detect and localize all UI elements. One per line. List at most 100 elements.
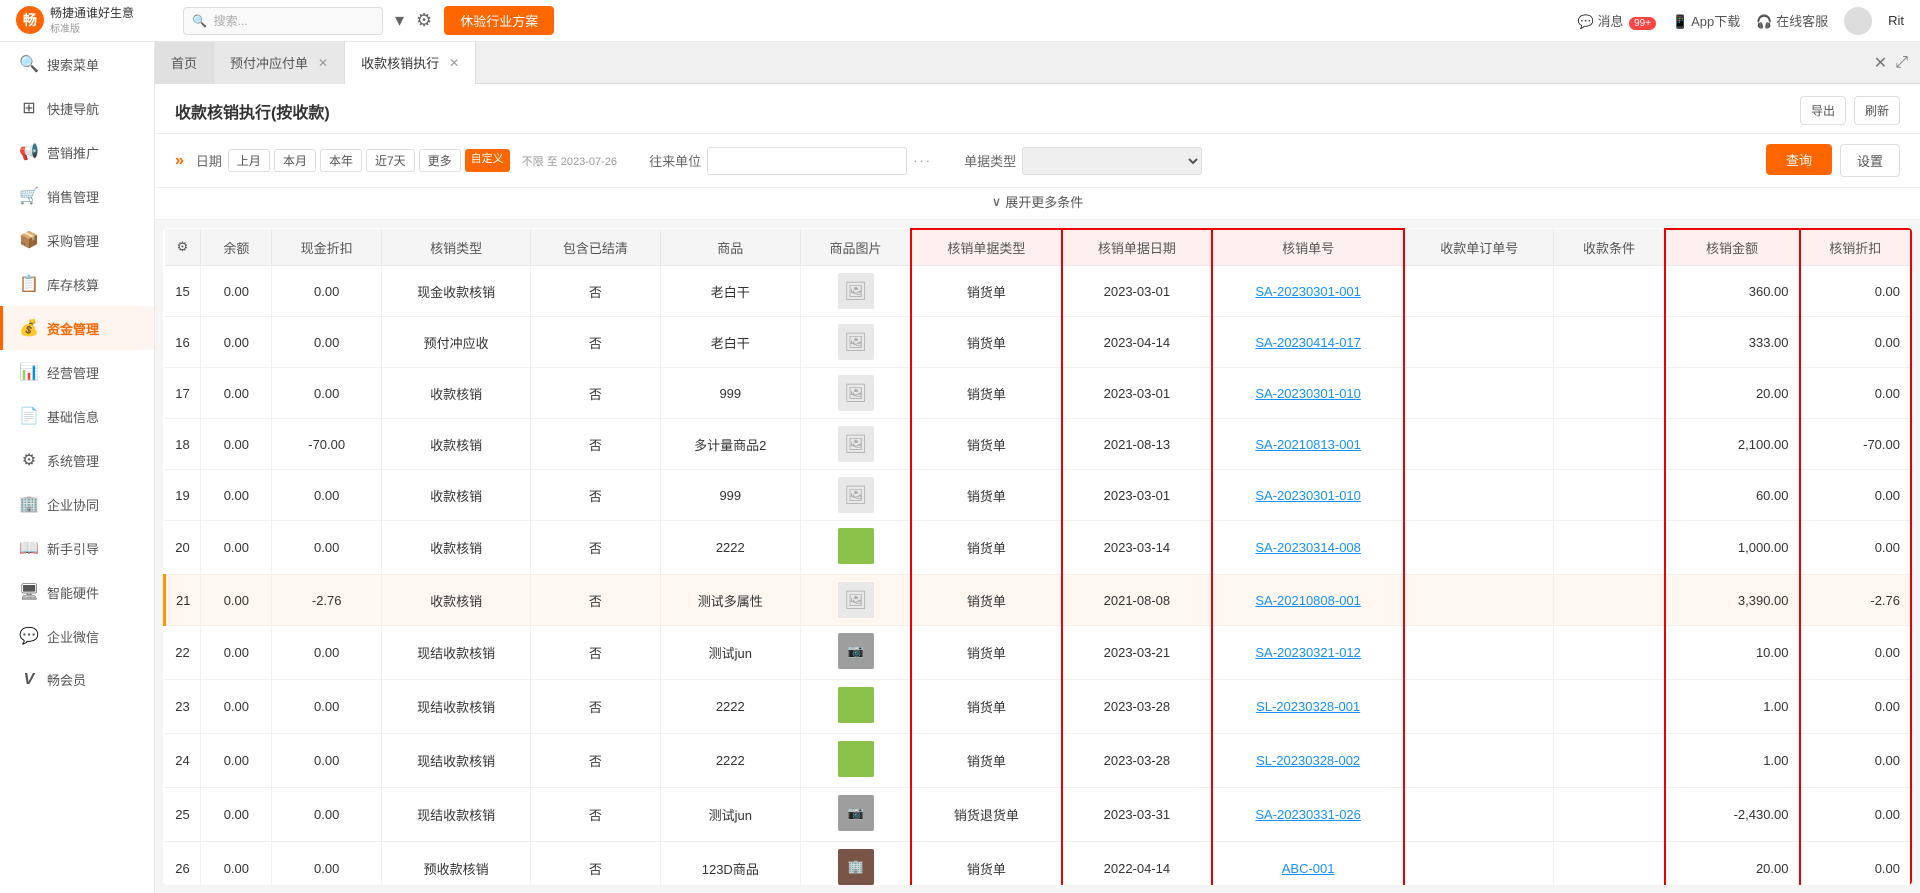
td-product-img: 📷 (800, 626, 911, 680)
tab-receipt-cancel-close[interactable]: ✕ (449, 56, 459, 70)
td-cancel-bill-type: 销货单 (911, 368, 1062, 419)
from-unit-label: 往来单位 (649, 151, 701, 170)
td-cancel-bill-no[interactable]: SA-20210813-001 (1212, 419, 1404, 470)
td-cancel-bill-no[interactable]: SA-20230301-010 (1212, 470, 1404, 521)
custom-date-tag[interactable]: 自定义 (465, 149, 510, 172)
td-product-img: 🖼 (800, 317, 911, 368)
tab-home[interactable]: 首页 (155, 42, 214, 84)
marketing-icon: 📢 (19, 142, 39, 162)
td-product: 2222 (660, 680, 800, 734)
avatar[interactable] (1844, 7, 1872, 35)
td-cancel-bill-no[interactable]: ABC-001 (1212, 842, 1404, 886)
app-download-btn[interactable]: 📱 App下载 (1672, 11, 1740, 30)
date-btn-more[interactable]: 更多 (419, 149, 461, 172)
close-window-icon[interactable]: ✕ (1874, 53, 1887, 73)
sidebar-item-inventory[interactable]: 📋 库存核算 (0, 262, 154, 306)
table-row: 240.000.00现结收款核销否2222销货单2023-03-28SL-202… (165, 734, 1912, 788)
cancel-bill-no-link[interactable]: SA-20230321-012 (1255, 645, 1361, 660)
filter-settings-btn[interactable]: 设置 (1840, 144, 1900, 177)
td-balance: 0.00 (201, 734, 272, 788)
messages-btn[interactable]: 💬 消息 99+ (1578, 11, 1656, 30)
td-cancel-bill-no[interactable]: SA-20230414-017 (1212, 317, 1404, 368)
refresh-btn[interactable]: 刷新 (1854, 96, 1900, 125)
cancel-bill-no-link[interactable]: SA-20210813-001 (1255, 437, 1361, 452)
tab-prepay-close[interactable]: ✕ (318, 56, 328, 70)
sidebar-item-enterprise[interactable]: 🏢 企业协同 (0, 482, 154, 526)
td-cancel-bill-no[interactable]: SA-20230301-010 (1212, 368, 1404, 419)
td-no: 25 (165, 788, 201, 842)
td-cancel-amount: 10.00 (1665, 626, 1800, 680)
td-receipt-order-no (1404, 419, 1554, 470)
expand-more-btn[interactable]: ∨ 展开更多条件 (992, 192, 1084, 211)
td-cancel-bill-no[interactable]: SL-20230328-001 (1212, 680, 1404, 734)
cancel-bill-no-link[interactable]: SL-20230328-001 (1256, 699, 1360, 714)
sidebar-item-purchase[interactable]: 📦 采购管理 (0, 218, 154, 262)
tab-prepay[interactable]: 预付冲应付单 ✕ (214, 42, 345, 84)
td-cancel-amount: -2,430.00 (1665, 788, 1800, 842)
sidebar-item-guide[interactable]: 📖 新手引导 (0, 526, 154, 570)
receipt-type-select[interactable] (1022, 147, 1202, 175)
product-img-green (838, 528, 874, 564)
export-btn[interactable]: 导出 (1800, 96, 1846, 125)
cancel-bill-no-link[interactable]: SA-20230414-017 (1255, 335, 1361, 350)
td-receipt-condition (1554, 734, 1665, 788)
date-btn-this-year[interactable]: 本年 (320, 149, 362, 172)
cancel-bill-no-link[interactable]: SA-20230301-010 (1255, 386, 1361, 401)
td-product-img: 🖼 (800, 368, 911, 419)
td-cancel-bill-no[interactable]: SA-20210808-001 (1212, 575, 1404, 626)
th-settings[interactable]: ⚙ (165, 229, 201, 266)
td-include-settled: 否 (531, 734, 660, 788)
td-cancel-bill-no[interactable]: SA-20230301-001 (1212, 266, 1404, 317)
maximize-icon[interactable]: ⤢ (1895, 54, 1908, 72)
cancel-bill-no-link[interactable]: SA-20230331-026 (1255, 807, 1361, 822)
date-btn-this-month[interactable]: 本月 (274, 149, 316, 172)
td-cancel-amount: 2,100.00 (1665, 419, 1800, 470)
cancel-bill-no-link[interactable]: SA-20210808-001 (1255, 593, 1361, 608)
expand-toggle-icon[interactable]: » (175, 152, 184, 170)
td-cancel-bill-date: 2023-03-28 (1062, 680, 1213, 734)
online-service-btn[interactable]: 🎧 在线客服 (1756, 11, 1828, 30)
inventory-icon: 📋 (19, 274, 39, 294)
product-img-placeholder: 🖼 (838, 375, 874, 411)
sidebar-item-operations[interactable]: 📊 经营管理 (0, 350, 154, 394)
cancel-bill-no-link[interactable]: SL-20230328-002 (1256, 753, 1360, 768)
date-btn-last-month[interactable]: 上月 (228, 149, 270, 172)
td-cancel-bill-no[interactable]: SA-20230331-026 (1212, 788, 1404, 842)
td-cancel-bill-no[interactable]: SL-20230328-002 (1212, 734, 1404, 788)
sidebar-item-hardware[interactable]: 🖥 智能硬件 (0, 570, 154, 614)
table-wrapper[interactable]: ⚙ 余额 现金折扣 核销类型 包含已结清 商品 商品图片 核销单据类型 核销单据… (163, 228, 1912, 885)
from-unit-more-icon[interactable]: ··· (913, 153, 932, 168)
sidebar-item-search[interactable]: 🔍 搜索菜单 (0, 42, 154, 86)
operations-icon: 📊 (19, 362, 39, 382)
date-label: 日期 (196, 151, 222, 170)
cancel-bill-no-link[interactable]: ABC-001 (1282, 861, 1335, 876)
product-img-placeholder: 🖼 (838, 273, 874, 309)
search-bar[interactable]: 🔍 搜索... (183, 7, 383, 35)
td-cancel-discount: 0.00 (1800, 626, 1912, 680)
sidebar-item-member[interactable]: V 畅会员 (0, 658, 154, 701)
table-row: 260.000.00预收款核销否123D商品🏢销货单2022-04-14ABC-… (165, 842, 1912, 886)
sidebar-item-wechat[interactable]: 💬 企业微信 (0, 614, 154, 658)
industry-btn[interactable]: 休验行业方案 (444, 6, 554, 35)
date-btn-7days[interactable]: 近7天 (366, 149, 415, 172)
cancel-bill-no-link[interactable]: SA-20230301-010 (1255, 488, 1361, 503)
chevron-down-icon[interactable]: ▾ (395, 10, 404, 31)
main-layout: 🔍 搜索菜单 ⊞ 快捷导航 📢 营销推广 🛒 销售管理 📦 采购管理 📋 库存核… (0, 42, 1920, 893)
sidebar-item-finance[interactable]: 💰 资金管理 (0, 306, 154, 350)
td-cancel-bill-date: 2023-03-28 (1062, 734, 1213, 788)
sidebar-item-marketing[interactable]: 📢 营销推广 (0, 130, 154, 174)
td-cancel-bill-no[interactable]: SA-20230321-012 (1212, 626, 1404, 680)
query-btn[interactable]: 查询 (1766, 144, 1832, 175)
cancel-bill-no-link[interactable]: SA-20230314-008 (1255, 540, 1361, 555)
from-unit-input[interactable] (707, 147, 907, 175)
td-cancel-bill-no[interactable]: SA-20230314-008 (1212, 521, 1404, 575)
table-row: 150.000.00现金收款核销否老白干🖼销货单2023-03-01SA-202… (165, 266, 1912, 317)
cancel-bill-no-link[interactable]: SA-20230301-001 (1255, 284, 1361, 299)
td-product-img (800, 734, 911, 788)
sidebar-item-quick-nav[interactable]: ⊞ 快捷导航 (0, 86, 154, 130)
sidebar-item-sales[interactable]: 🛒 销售管理 (0, 174, 154, 218)
tab-receipt-cancel[interactable]: 收款核销执行 ✕ (345, 42, 476, 84)
sidebar-item-system[interactable]: ⚙ 系统管理 (0, 438, 154, 482)
sidebar-item-basic-info[interactable]: 📄 基础信息 (0, 394, 154, 438)
settings-gear-icon[interactable]: ⚙ (416, 10, 432, 31)
